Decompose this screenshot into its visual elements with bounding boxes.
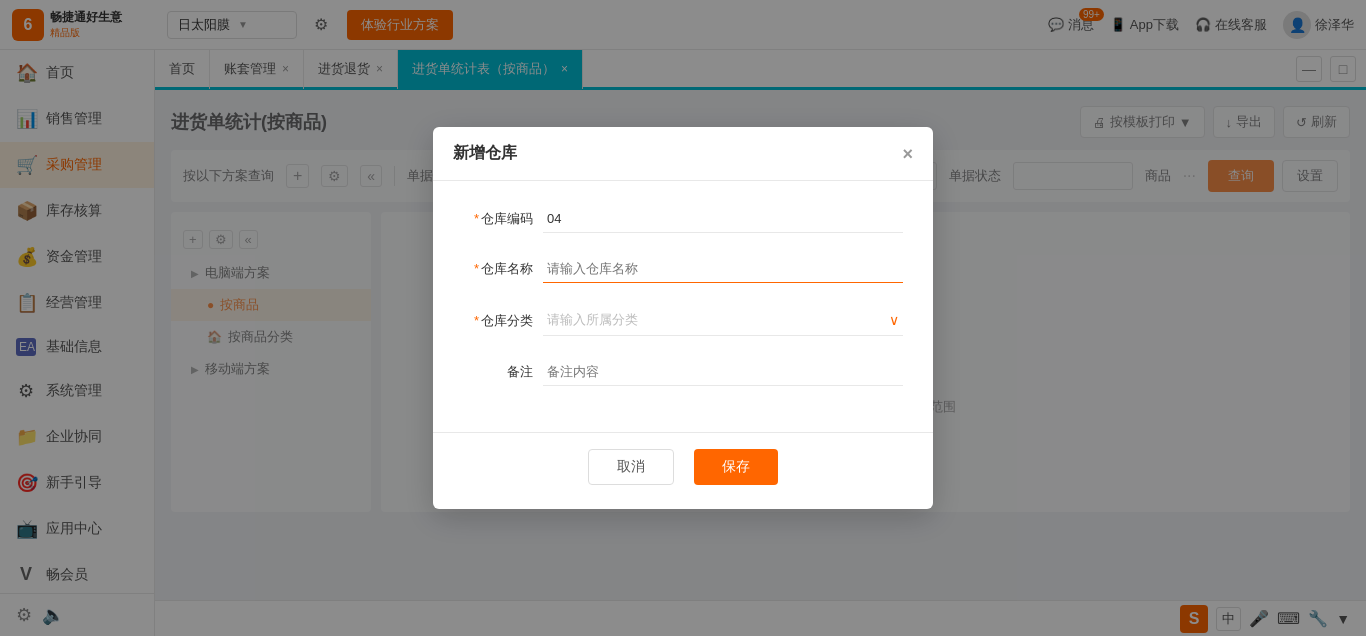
form-row-name: 仓库名称 — [463, 255, 903, 283]
form-row-code: 仓库编码 — [463, 205, 903, 233]
category-dropdown-arrow: ∨ — [889, 312, 899, 328]
modal-close-button[interactable]: × — [902, 145, 913, 163]
cancel-button[interactable]: 取消 — [588, 449, 674, 485]
name-label: 仓库名称 — [463, 260, 543, 278]
remark-label: 备注 — [463, 363, 543, 381]
modal-title: 新增仓库 — [453, 143, 517, 164]
new-warehouse-modal: 新增仓库 × 仓库编码 仓库名称 仓库分类 请输入所属分类 ∨ — [433, 127, 933, 509]
name-input[interactable] — [543, 255, 903, 283]
category-placeholder: 请输入所属分类 — [547, 311, 638, 329]
save-button[interactable]: 保存 — [694, 449, 778, 485]
modal-footer: 取消 保存 — [433, 432, 933, 509]
code-label: 仓库编码 — [463, 210, 543, 228]
category-select[interactable]: 请输入所属分类 ∨ — [543, 305, 903, 336]
modal-header: 新增仓库 × — [433, 127, 933, 181]
form-row-remark: 备注 — [463, 358, 903, 386]
category-label: 仓库分类 — [463, 312, 543, 330]
form-row-category: 仓库分类 请输入所属分类 ∨ — [463, 305, 903, 336]
remark-input[interactable] — [543, 358, 903, 386]
modal-overlay[interactable]: 新增仓库 × 仓库编码 仓库名称 仓库分类 请输入所属分类 ∨ — [0, 0, 1366, 636]
modal-body: 仓库编码 仓库名称 仓库分类 请输入所属分类 ∨ 备注 — [433, 181, 933, 432]
code-input[interactable] — [543, 205, 903, 233]
